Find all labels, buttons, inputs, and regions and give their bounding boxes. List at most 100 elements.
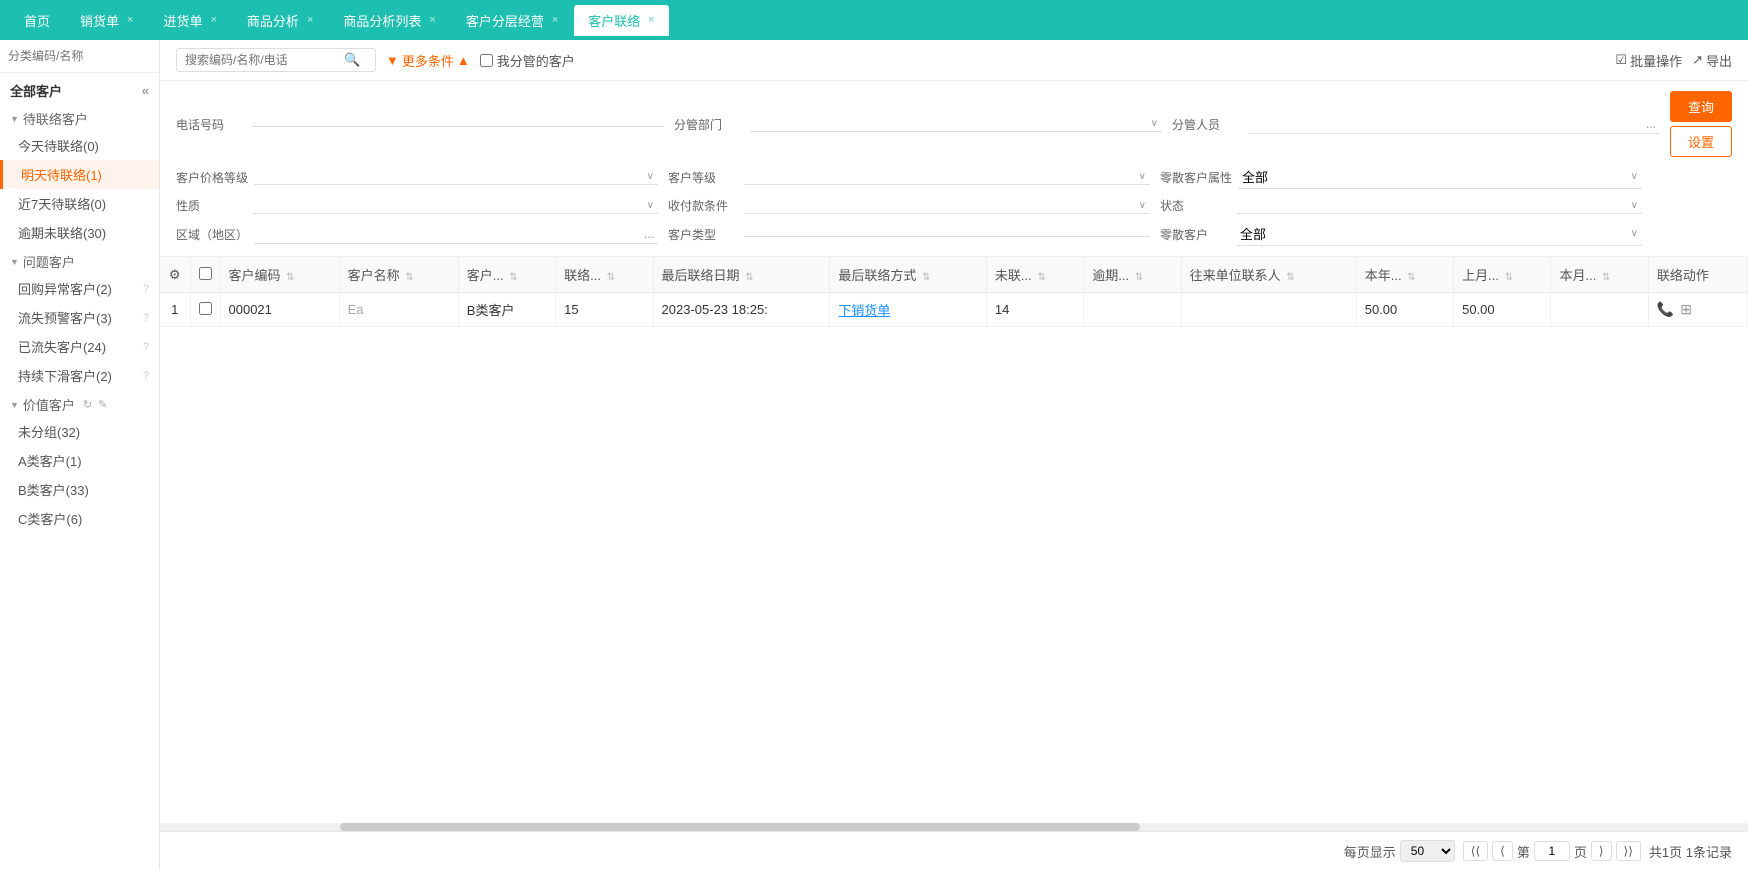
refresh-icon[interactable]: ↻ [83,398,92,411]
nature-select[interactable]: ∨ [252,198,658,214]
chevron-down-icon: ∨ [1631,228,1638,239]
nav-customer-contact[interactable]: 客户联络 × [574,5,668,36]
page-number-input[interactable] [1534,841,1570,861]
main-layout: 🔍 全部客户 « 待联络客户 今天待联络(0) 明天待联络(1) 近7天待联络(… [0,40,1748,870]
select-all-checkbox[interactable] [199,267,212,280]
sidebar-item-repurchase-abnormal[interactable]: 回购异常客户(2) ? [0,274,159,303]
sort-icon[interactable]: ⇅ [1037,272,1045,283]
sidebar-item-a-class[interactable]: A类客户(1) [0,446,159,475]
nav-customer-tiering[interactable]: 客户分层经营 × [452,5,572,36]
chevron-down-icon: ∨ [1151,118,1158,129]
sort-icon[interactable]: ⇅ [286,272,294,283]
gear-icon[interactable]: ⚙ [169,267,181,282]
per-page-area: 每页显示 50 100 200 [1344,840,1455,862]
sort-icon[interactable]: ⇅ [1135,272,1143,283]
region-select[interactable]: ... [254,225,658,244]
grid-action-icon[interactable]: ⊞ [1680,301,1692,318]
my-customer-checkbox[interactable] [480,54,493,67]
nav-product-analysis-list[interactable]: 商品分析列表 × [329,5,449,36]
search-bar-right: ☑ 批量操作 ↗ 导出 [1615,51,1732,70]
th-last-contact-date: 最后联络日期 ⇅ [653,257,830,293]
sort-icon[interactable]: ⇅ [607,272,615,283]
filter-icon: ▼ [386,53,399,68]
sidebar-item-declining[interactable]: 持续下滑客户(2) ? [0,361,159,390]
sidebar-item-churn-warning[interactable]: 流失预警客户(3) ? [0,303,159,332]
sidebar-item-churned[interactable]: 已流失客户(24) ? [0,332,159,361]
next-page-button[interactable]: ⟩ [1591,841,1612,861]
nav-product-analysis[interactable]: 商品分析 × [233,5,327,36]
sort-icon[interactable]: ⇅ [509,272,517,283]
sidebar-item-ungrouped[interactable]: 未分组(32) [0,417,159,446]
sidebar-search-input[interactable] [8,49,160,63]
page-size-select[interactable]: 50 100 200 [1400,840,1455,862]
last-contact-link[interactable]: 下销货单 [838,303,890,318]
chevron-down-icon: ∨ [647,200,654,211]
settings-button[interactable]: 设置 [1670,126,1732,157]
query-button[interactable]: 查询 [1670,91,1732,122]
sidebar-item-b-class[interactable]: B类客户(33) [0,475,159,504]
manager-select[interactable]: ... [1248,115,1660,134]
close-icon[interactable]: × [307,14,313,26]
retail-select[interactable]: 全部 ∨ [1236,222,1642,246]
sort-icon[interactable]: ⇅ [1286,272,1294,283]
sort-icon[interactable]: ⇅ [1407,272,1415,283]
filter-retail: 零散客户 全部 ∨ [1160,222,1642,246]
close-icon[interactable]: × [429,14,435,26]
th-check [190,257,220,293]
export-button[interactable]: ↗ 导出 [1692,51,1732,70]
more-filter-button[interactable]: ▼ 更多条件 ▲ [386,51,470,70]
scrollbar-thumb[interactable] [340,823,1140,831]
price-grade-select[interactable]: ∨ [254,169,658,185]
nav-purchase[interactable]: 进货单 × [149,5,230,36]
phone-action-icon[interactable]: 📞 [1657,301,1674,318]
first-page-button[interactable]: ⟨⟨ [1463,841,1488,861]
nav-home[interactable]: 首页 [10,5,64,36]
row-checkbox[interactable] [199,302,212,315]
phone-input[interactable] [252,122,664,127]
sort-icon[interactable]: ⇅ [1505,272,1513,283]
help-icon[interactable]: ? [143,341,149,353]
sidebar-item-c-class[interactable]: C类客户(6) [0,504,159,533]
close-icon[interactable]: × [552,14,558,26]
chevron-down-icon: ∨ [1139,200,1146,211]
sort-icon[interactable]: ⇅ [405,272,413,283]
help-icon[interactable]: ? [143,283,149,295]
status-select[interactable]: ∨ [1236,198,1642,214]
table-body: 1 000021 Ea B类客户 15 2023-05-23 18:25: 下销… [160,293,1748,327]
dept-select[interactable]: ∨ [750,116,1162,132]
close-icon[interactable]: × [127,14,133,26]
collapse-icon[interactable]: « [142,83,149,98]
chevron-up-icon: ▲ [457,53,470,68]
filter-row-3: 性质 ∨ 收付款条件 ∨ 状态 ∨ [176,197,1732,214]
search-icon[interactable]: 🔍 [344,52,360,68]
prev-page-button[interactable]: ⟨ [1492,841,1513,861]
filter-customer-grade: 客户等级 ∨ [668,169,1150,186]
sidebar-item-7days[interactable]: 近7天待联络(0) [0,189,159,218]
sidebar-item-today[interactable]: 今天待联络(0) [0,131,159,160]
sort-icon[interactable]: ⇅ [745,272,753,283]
help-icon[interactable]: ? [143,312,149,324]
batch-ops-button[interactable]: ☑ 批量操作 [1615,51,1682,70]
search-bar-left: 🔍 ▼ 更多条件 ▲ 我分管的客户 [176,48,575,72]
close-icon[interactable]: × [648,14,654,26]
filter-customer-type: 客户类型 [668,226,1150,243]
help-icon[interactable]: ? [143,370,149,382]
last-page-button[interactable]: ⟩⟩ [1616,841,1641,861]
customer-type-select[interactable] [744,232,1150,237]
horizontal-scrollbar[interactable] [160,823,1748,831]
filter-row-4: 区域（地区） ... 客户类型 零散客户 全部 ∨ [176,222,1732,246]
edit-icon[interactable]: ✎ [98,398,107,411]
payment-select[interactable]: ∨ [744,198,1150,214]
sidebar-item-overdue[interactable]: 逾期未联络(30) [0,218,159,247]
nav-sales[interactable]: 销货单 × [66,5,147,36]
filter-payment: 收付款条件 ∨ [668,197,1150,214]
my-customer-checkbox-area[interactable]: 我分管的客户 [480,51,575,70]
sidebar-item-tomorrow[interactable]: 明天待联络(1) [0,160,159,189]
close-icon[interactable]: × [210,14,216,26]
data-table: ⚙ 客户编码 ⇅ 客户名称 ⇅ [160,257,1748,327]
sort-icon[interactable]: ⇅ [1602,272,1610,283]
customer-grade-select[interactable]: ∨ [744,169,1150,185]
sort-icon[interactable]: ⇅ [922,272,930,283]
retail-attr-select[interactable]: 全部 ∨ [1238,165,1642,189]
search-input[interactable] [185,53,340,67]
